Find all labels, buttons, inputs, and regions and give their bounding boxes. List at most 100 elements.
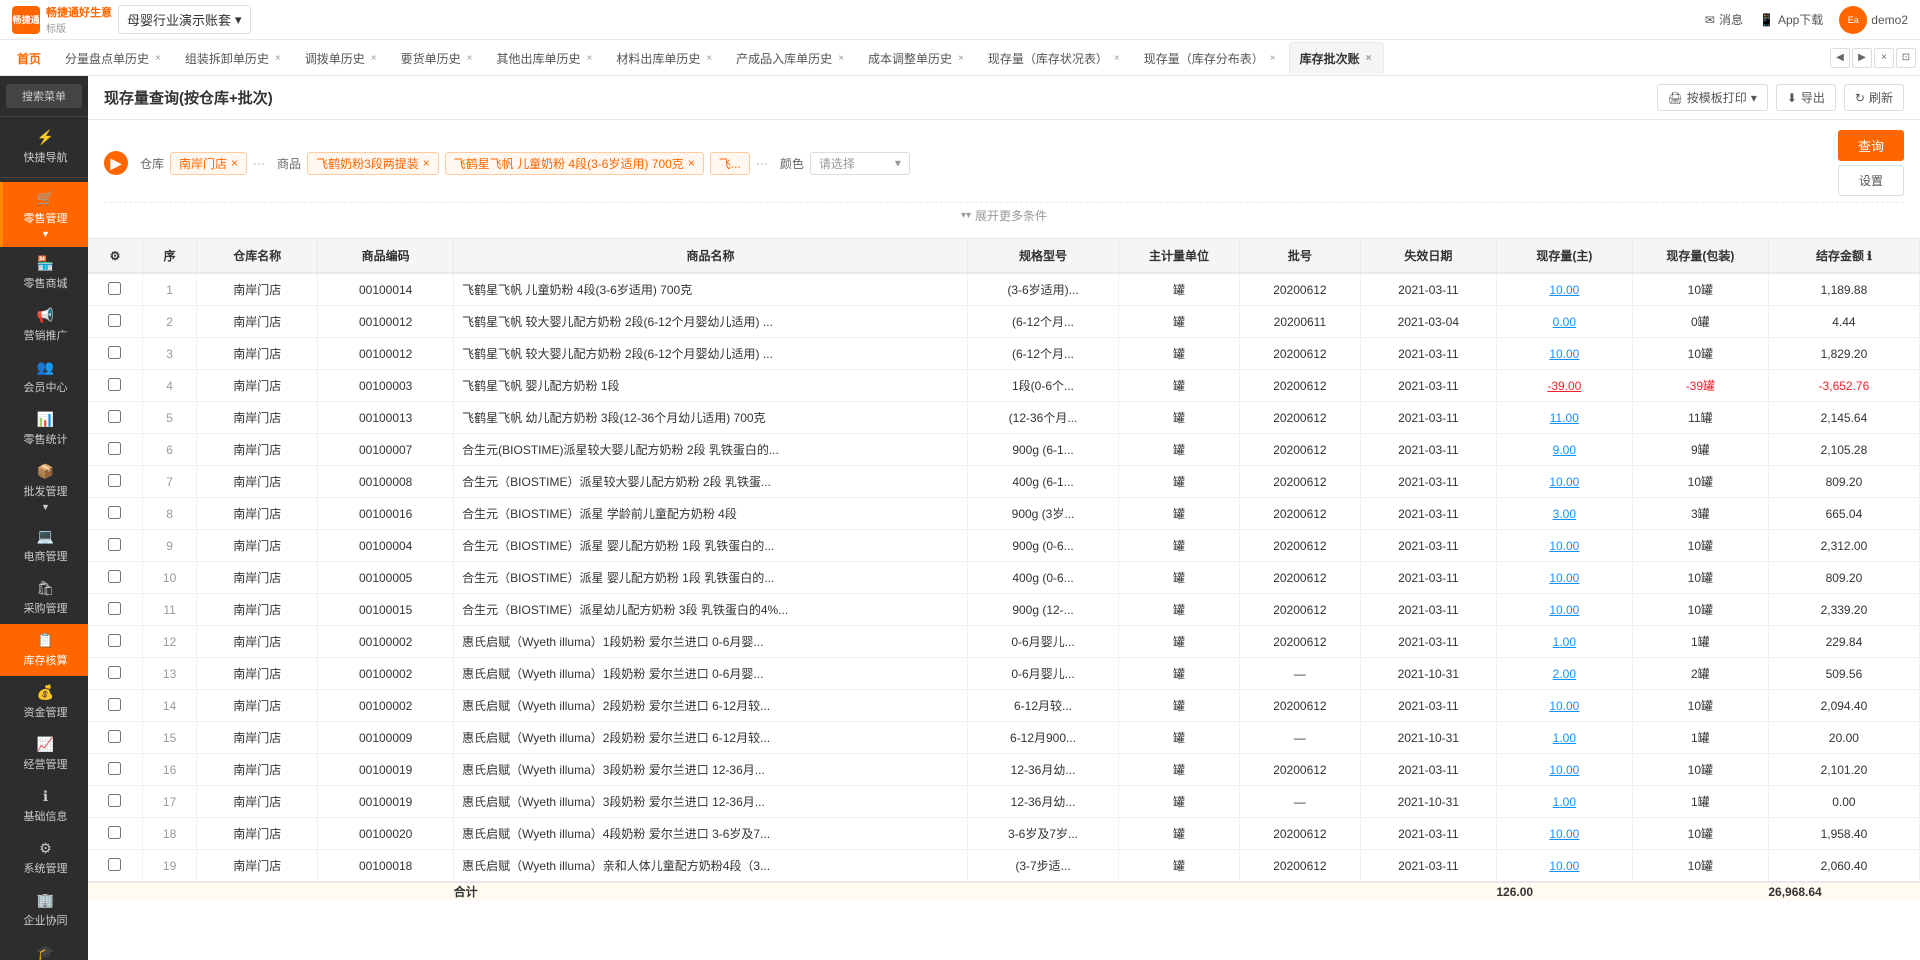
tab-close-icon[interactable]: × [1268, 52, 1278, 65]
td-checkbox[interactable] [88, 402, 142, 434]
sidebar-item-wholesale[interactable]: 📦 批发管理 ▼ [0, 455, 88, 520]
sidebar-item-operation[interactable]: 📈 经营管理 [0, 728, 88, 780]
query-btn[interactable]: 查询 [1838, 130, 1904, 161]
tab-stock-status[interactable]: 现存量（库存状况表） × [977, 42, 1133, 74]
sidebar-item-retail-stat[interactable]: 📊 零售统计 [0, 403, 88, 455]
sidebar-item-guide[interactable]: 🎓 新手引导 [0, 936, 88, 960]
td-stock-main[interactable]: 10.00 [1496, 338, 1632, 370]
td-checkbox[interactable] [88, 562, 142, 594]
account-selector[interactable]: 母婴行业演示账套 ▾ [118, 5, 251, 34]
product-tag-0-close[interactable]: × [423, 156, 430, 170]
tab-material-out[interactable]: 材料出库单历史 × [605, 42, 725, 74]
sidebar-item-member[interactable]: 👥 会员中心 [0, 351, 88, 403]
sidebar-item-inventory[interactable]: 📋 库存核算 [0, 624, 88, 676]
sidebar-quick-nav[interactable]: ⚡ 快捷导航 [0, 121, 88, 173]
export-btn[interactable]: ⬇ 导出 [1776, 84, 1836, 111]
tab-close-icon[interactable]: × [584, 52, 594, 65]
td-checkbox[interactable] [88, 626, 142, 658]
tab-close-icon[interactable]: × [153, 52, 163, 65]
td-checkbox[interactable] [88, 594, 142, 626]
tab-close-icon[interactable]: × [1364, 52, 1374, 65]
tab-next-btn[interactable]: ▶ [1852, 48, 1872, 68]
td-checkbox[interactable] [88, 273, 142, 306]
td-stock-main[interactable]: 11.00 [1496, 402, 1632, 434]
tab-close-all-btn[interactable]: × [1874, 48, 1894, 68]
td-stock-main[interactable]: 1.00 [1496, 722, 1632, 754]
sidebar-item-basic[interactable]: ℹ 基础信息 [0, 780, 88, 832]
td-stock-main[interactable]: 10.00 [1496, 754, 1632, 786]
product-more[interactable]: ··· [756, 156, 768, 170]
sidebar-item-system[interactable]: ⚙ 系统管理 [0, 832, 88, 884]
td-checkbox[interactable] [88, 530, 142, 562]
td-checkbox[interactable] [88, 306, 142, 338]
tab-cost-adjust[interactable]: 成本调整单历史 × [857, 42, 977, 74]
filter-expand-btn[interactable]: ▾▾ 展开更多条件 [104, 202, 1904, 228]
td-stock-main[interactable]: 1.00 [1496, 786, 1632, 818]
setting-btn[interactable]: 设置 [1838, 165, 1904, 196]
product-tag-1-close[interactable]: × [688, 156, 695, 170]
tab-close-icon[interactable]: × [704, 52, 714, 65]
tab-close-icon[interactable]: × [273, 52, 283, 65]
td-stock-main[interactable]: 0.00 [1496, 306, 1632, 338]
tab-stock-dist[interactable]: 现存量（库存分布表） × [1133, 42, 1289, 74]
td-checkbox[interactable] [88, 754, 142, 786]
tab-mix[interactable]: 调拨单历史 × [294, 42, 390, 74]
td-stock-main[interactable]: 10.00 [1496, 530, 1632, 562]
tab-close-icon[interactable]: × [1112, 52, 1122, 65]
warehouse-tag-close[interactable]: × [231, 156, 238, 170]
tab-product-in[interactable]: 产成品入库单历史 × [725, 42, 857, 74]
tab-close-icon[interactable]: × [956, 52, 966, 65]
td-checkbox[interactable] [88, 818, 142, 850]
td-stock-main[interactable]: 10.00 [1496, 690, 1632, 722]
td-stock-main[interactable]: 1.00 [1496, 626, 1632, 658]
tab-other-out[interactable]: 其他出库单历史 × [485, 42, 605, 74]
sidebar-item-finance[interactable]: 💰 资金管理 [0, 676, 88, 728]
td-stock-main[interactable]: 10.00 [1496, 818, 1632, 850]
td-stock-main[interactable]: 10.00 [1496, 562, 1632, 594]
td-checkbox[interactable] [88, 338, 142, 370]
tab-home[interactable]: 首页 [4, 42, 54, 74]
td-checkbox[interactable] [88, 498, 142, 530]
warehouse-more[interactable]: ··· [253, 156, 265, 170]
tab-close-icon[interactable]: × [369, 52, 379, 65]
sidebar-item-retail-shop[interactable]: 🏪 零售商城 [0, 247, 88, 299]
td-stock-main[interactable]: 3.00 [1496, 498, 1632, 530]
sidebar-item-purchase[interactable]: 🛍 采购管理 [0, 572, 88, 624]
color-dropdown[interactable]: 请选择 ▾ [810, 152, 910, 175]
search-menu-btn[interactable]: 搜索菜单 [6, 84, 82, 108]
td-checkbox[interactable] [88, 690, 142, 722]
td-checkbox[interactable] [88, 658, 142, 690]
tab-prev-btn[interactable]: ◀ [1830, 48, 1850, 68]
tab-menu-btn[interactable]: ⊡ [1896, 48, 1916, 68]
td-stock-main[interactable]: 10.00 [1496, 850, 1632, 883]
sidebar-item-marketing[interactable]: 📢 营销推广 [0, 299, 88, 351]
td-checkbox[interactable] [88, 722, 142, 754]
tab-combo[interactable]: 组装拆卸单历史 × [174, 42, 294, 74]
tab-request[interactable]: 要货单历史 × [390, 42, 486, 74]
td-stock-main[interactable]: -39.00 [1496, 370, 1632, 402]
td-checkbox[interactable] [88, 434, 142, 466]
message-btn[interactable]: ✉ 消息 [1705, 11, 1743, 28]
tab-stock-batch[interactable]: 库存批次账 × [1289, 42, 1385, 74]
sidebar-item-enterprise[interactable]: 🏢 企业协同 [0, 884, 88, 936]
td-checkbox[interactable] [88, 786, 142, 818]
th-settings[interactable]: ⚙ [88, 239, 142, 273]
td-stock-main[interactable]: 10.00 [1496, 466, 1632, 498]
app-download-btn[interactable]: 📱 App下载 [1759, 11, 1823, 28]
filter-collapse-btn[interactable]: ▶ [104, 151, 128, 175]
tab-split[interactable]: 分量盘点单历史 × [54, 42, 174, 74]
td-stock-main[interactable]: 10.00 [1496, 594, 1632, 626]
td-checkbox[interactable] [88, 466, 142, 498]
td-checkbox[interactable] [88, 370, 142, 402]
refresh-btn[interactable]: ↻ 刷新 [1844, 84, 1904, 111]
td-stock-main[interactable]: 9.00 [1496, 434, 1632, 466]
tab-close-icon[interactable]: × [465, 52, 475, 65]
sidebar-item-retail-mgmt[interactable]: 🛒 零售管理 ▼ [0, 182, 88, 247]
td-stock-main[interactable]: 2.00 [1496, 658, 1632, 690]
sidebar-item-ecommerce[interactable]: 💻 电商管理 [0, 520, 88, 572]
user-area[interactable]: Ea demo2 [1839, 6, 1908, 34]
td-stock-main[interactable]: 10.00 [1496, 273, 1632, 306]
table-settings-icon[interactable]: ⚙ [110, 249, 121, 263]
tab-close-icon[interactable]: × [836, 52, 846, 65]
print-btn[interactable]: 🖨 按模板打印 ▾ [1657, 84, 1768, 111]
